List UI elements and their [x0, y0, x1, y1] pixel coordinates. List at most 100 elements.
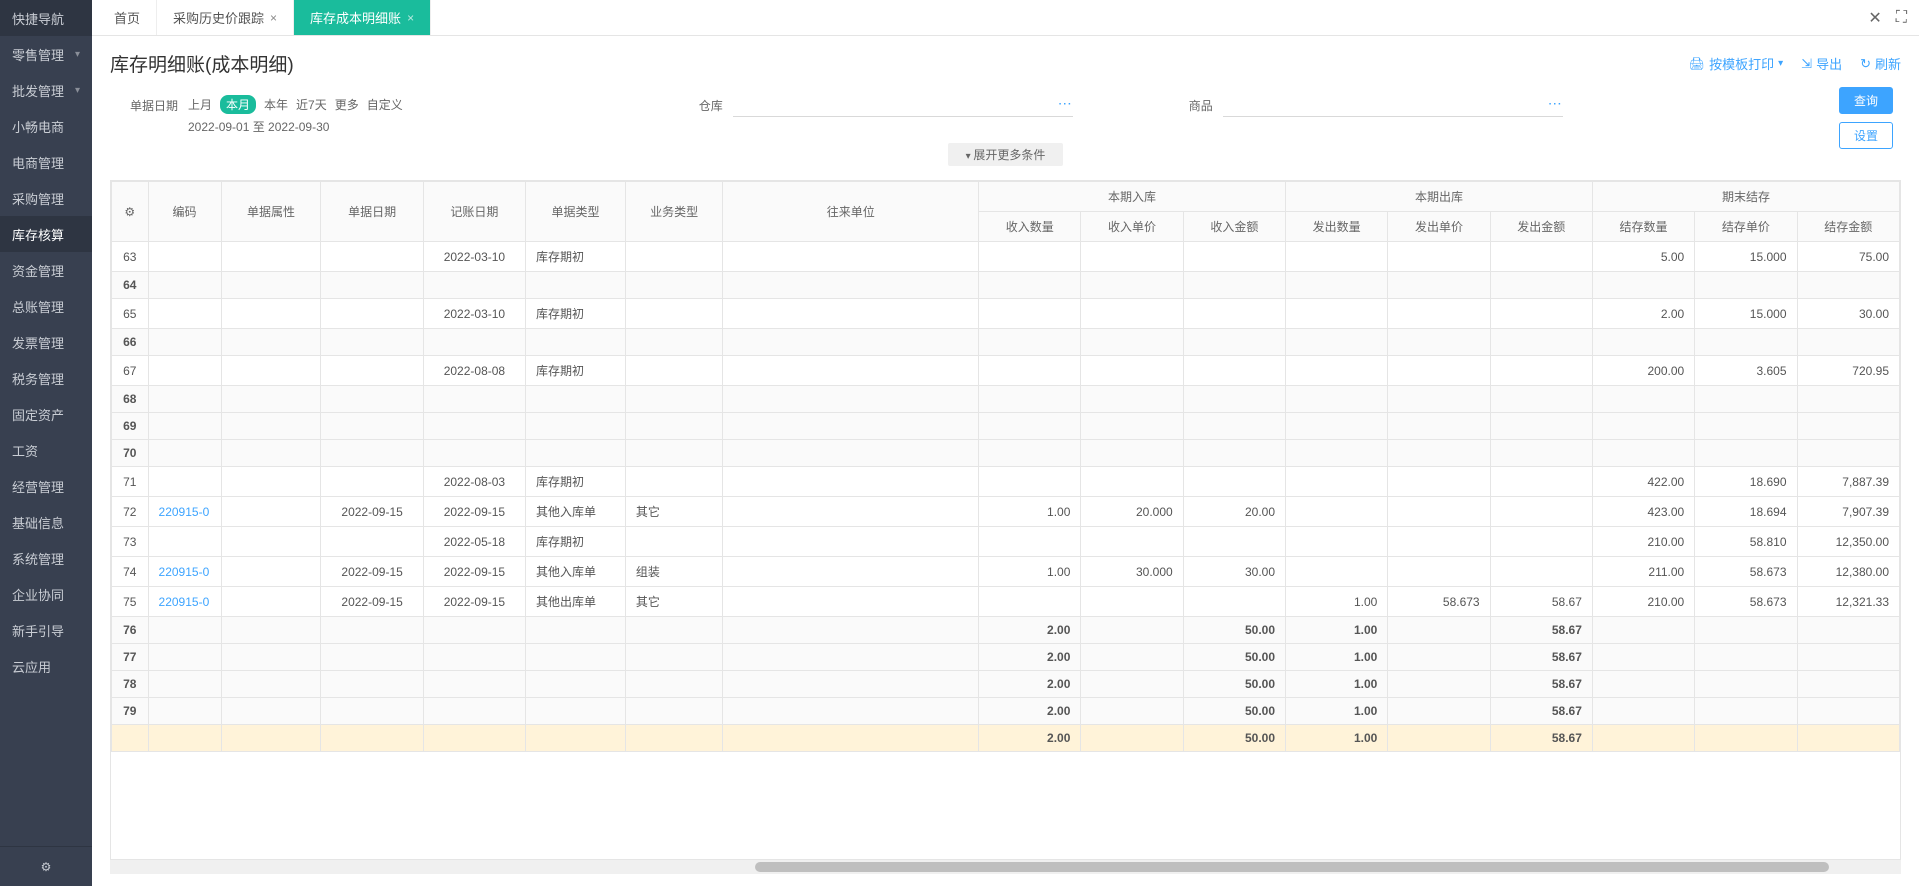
- sidebar-settings[interactable]: ⚙: [0, 846, 92, 886]
- col-out-amt[interactable]: 发出金额: [1490, 212, 1592, 242]
- sidebar-item-label: 工资: [12, 441, 38, 460]
- sidebar-item[interactable]: 企业协同: [0, 576, 92, 612]
- table-row: 732022-05-18库存期初210.0058.81012,350.00: [112, 527, 1900, 557]
- table-row: 75220915-02022-09-152022-09-15其他出库单其它1.0…: [112, 587, 1900, 617]
- tab-label: 库存成本明细账: [310, 8, 401, 27]
- sidebar-item[interactable]: 零售管理▾: [0, 36, 92, 72]
- col-partner[interactable]: 往来单位: [723, 182, 979, 242]
- sidebar-item[interactable]: 库存核算: [0, 216, 92, 252]
- date-option[interactable]: 更多: [335, 96, 359, 113]
- sidebar-item[interactable]: 经营管理: [0, 468, 92, 504]
- tab[interactable]: 首页: [98, 0, 157, 35]
- caret-icon: ▾: [75, 49, 80, 60]
- table-row: 782.0050.001.0058.67: [112, 671, 1900, 698]
- sidebar-item[interactable]: 工资: [0, 432, 92, 468]
- sidebar-item[interactable]: 税务管理: [0, 360, 92, 396]
- col-out-qty[interactable]: 发出数量: [1286, 212, 1388, 242]
- date-range: 2022-09-01 至 2022-09-30: [188, 118, 403, 135]
- tabs-bar: 首页采购历史价跟踪 × 库存成本明细账 × ✕ ⛶: [92, 0, 1919, 36]
- table-row: 652022-03-10库存期初2.0015.00030.00: [112, 299, 1900, 329]
- col-group-end: 期末结存: [1592, 182, 1899, 212]
- table-row: 64: [112, 272, 1900, 299]
- table-row: 712022-08-03库存期初422.0018.6907,887.39: [112, 467, 1900, 497]
- sidebar-item[interactable]: 快捷导航: [0, 0, 92, 36]
- col-biz-type[interactable]: 业务类型: [625, 182, 722, 242]
- col-attr[interactable]: 单据属性: [221, 182, 321, 242]
- sidebar-item-label: 新手引导: [12, 621, 64, 640]
- warehouse-lookup-icon[interactable]: ⋯: [1058, 95, 1073, 112]
- refresh-button[interactable]: ↻刷新: [1860, 54, 1901, 73]
- col-in-price[interactable]: 收入单价: [1081, 212, 1183, 242]
- sidebar-item[interactable]: 总账管理: [0, 288, 92, 324]
- sidebar-item[interactable]: 固定资产: [0, 396, 92, 432]
- caret-icon: ▾: [75, 85, 80, 96]
- sidebar-item-label: 云应用: [12, 657, 51, 676]
- close-all-icon[interactable]: ✕: [1868, 8, 1881, 28]
- warehouse-input[interactable]: ⋯: [733, 95, 1073, 117]
- close-icon[interactable]: ×: [407, 11, 414, 25]
- col-gear[interactable]: ⚙: [112, 182, 149, 242]
- date-option[interactable]: 本年: [264, 96, 288, 113]
- tab[interactable]: 库存成本明细账 ×: [294, 0, 431, 35]
- sidebar-item-label: 总账管理: [12, 297, 64, 316]
- setting-button[interactable]: 设置: [1839, 122, 1893, 149]
- col-doc-type[interactable]: 单据类型: [526, 182, 626, 242]
- product-input[interactable]: ⋯: [1223, 95, 1563, 117]
- export-button[interactable]: ⇲导出: [1801, 54, 1842, 73]
- date-label: 单据日期: [118, 95, 178, 114]
- col-in-amt[interactable]: 收入金额: [1183, 212, 1285, 242]
- table-row: 2.0050.001.0058.67: [112, 725, 1900, 752]
- table-row: 69: [112, 413, 1900, 440]
- table-row: 74220915-02022-09-152022-09-15其他入库单组装1.0…: [112, 557, 1900, 587]
- sidebar-item[interactable]: 批发管理 ▾: [0, 72, 92, 108]
- sidebar-item[interactable]: 新手引导: [0, 612, 92, 648]
- sidebar-item-label: 经营管理: [12, 477, 64, 496]
- product-lookup-icon[interactable]: ⋯: [1548, 95, 1563, 112]
- tab[interactable]: 采购历史价跟踪 ×: [157, 0, 294, 35]
- date-option[interactable]: 本月: [220, 95, 256, 114]
- sidebar-item[interactable]: 云应用: [0, 648, 92, 684]
- col-group-out: 本期出库: [1286, 182, 1593, 212]
- tab-label: 采购历史价跟踪: [173, 8, 264, 27]
- doc-link[interactable]: 220915-0: [159, 565, 210, 579]
- col-sku[interactable]: 编码: [148, 182, 221, 242]
- sidebar: 快捷导航零售管理▾ 批发管理 ▾ 小畅电商电商管理采购管理库存核算资金管理总账管理发票…: [0, 0, 92, 886]
- gear-icon: ⚙: [41, 860, 52, 874]
- doc-link[interactable]: 220915-0: [159, 595, 210, 609]
- sidebar-item[interactable]: 系统管理: [0, 540, 92, 576]
- sidebar-item-label: 电商管理: [12, 153, 64, 172]
- col-end-qty[interactable]: 结存数量: [1592, 212, 1694, 242]
- date-option[interactable]: 自定义: [367, 96, 403, 113]
- sidebar-item[interactable]: 发票管理: [0, 324, 92, 360]
- table-row: 762.0050.001.0058.67: [112, 617, 1900, 644]
- sidebar-item[interactable]: 采购管理: [0, 180, 92, 216]
- sidebar-item[interactable]: 小畅电商: [0, 108, 92, 144]
- filter-bar: 单据日期 上月本月本年近7天更多自定义 2022-09-01 至 2022-09…: [92, 87, 1919, 180]
- horizontal-scrollbar[interactable]: [110, 860, 1901, 874]
- col-out-price[interactable]: 发出单价: [1388, 212, 1490, 242]
- sidebar-item[interactable]: 电商管理: [0, 144, 92, 180]
- date-option[interactable]: 上月: [188, 96, 212, 113]
- col-post-date[interactable]: 记账日期: [423, 182, 525, 242]
- sidebar-item-label: 企业协同: [12, 585, 64, 604]
- sidebar-item-label: 发票管理: [12, 333, 64, 352]
- fullscreen-icon[interactable]: ⛶: [1896, 9, 1907, 27]
- data-table: ⚙ 编码 单据属性 单据日期 记账日期 单据类型 业务类型 往来单位 本期入库 …: [110, 180, 1901, 860]
- gear-icon: ⚙: [124, 205, 135, 219]
- close-icon[interactable]: ×: [270, 11, 277, 25]
- table-row: 70: [112, 440, 1900, 467]
- sidebar-item[interactable]: 基础信息: [0, 504, 92, 540]
- expand-filters-button[interactable]: ▾ 展开更多条件: [948, 143, 1064, 166]
- col-end-price[interactable]: 结存单价: [1695, 212, 1797, 242]
- col-in-qty[interactable]: 收入数量: [979, 212, 1081, 242]
- date-option[interactable]: 近7天: [296, 96, 327, 113]
- print-button[interactable]: 🖨按模板打印 ▾: [1689, 54, 1784, 73]
- table-row: 632022-03-10库存期初5.0015.00075.00: [112, 242, 1900, 272]
- sidebar-item-label: 资金管理: [12, 261, 64, 280]
- col-end-amt[interactable]: 结存金额: [1797, 212, 1900, 242]
- sidebar-item-label: 批发管理: [12, 81, 64, 100]
- col-doc-date[interactable]: 单据日期: [321, 182, 423, 242]
- query-button[interactable]: 查询: [1839, 87, 1893, 114]
- doc-link[interactable]: 220915-0: [159, 505, 210, 519]
- sidebar-item[interactable]: 资金管理: [0, 252, 92, 288]
